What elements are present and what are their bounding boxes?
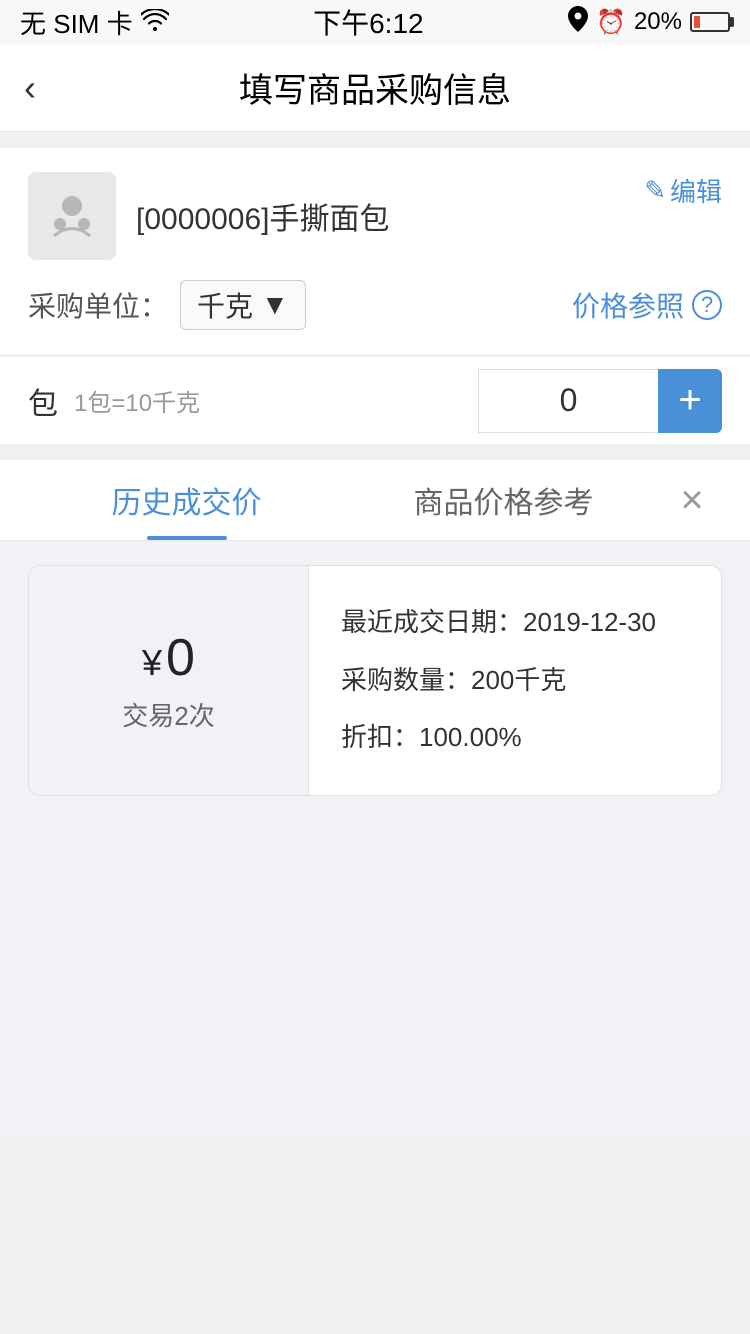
product-thumbnail <box>28 172 116 260</box>
tab-history-price[interactable]: 历史成交价 <box>28 460 345 540</box>
date-label: 最近成交日期： <box>341 607 523 637</box>
battery-percentage: 20% <box>634 8 682 36</box>
edit-button[interactable]: ✎ 编辑 <box>644 172 722 209</box>
alarm-icon: ⏰ <box>596 8 626 37</box>
currency-symbol: ¥ <box>142 642 162 684</box>
tab-bar: 历史成交价 商品价格参考 × <box>0 460 750 541</box>
discount-value: 100.00% <box>419 722 522 752</box>
quantity-unit-icon: 包 <box>28 379 58 423</box>
status-right: ⏰ 20% <box>568 6 730 39</box>
product-card: [0000006]手撕面包 ✎ 编辑 采购单位： 千克 ▼ 价格参照 ? <box>0 148 750 354</box>
quantity-sub-label: 1包=10千克 <box>74 383 200 418</box>
unit-section: 采购单位： 千克 ▼ <box>28 280 306 330</box>
unit-label: 采购单位： <box>28 285 168 325</box>
edit-label: 编辑 <box>670 172 722 209</box>
unit-dropdown[interactable]: 千克 ▼ <box>180 280 306 330</box>
quantity-plus-button[interactable]: + <box>658 369 722 433</box>
transaction-qty-row: 采购数量：200千克 <box>341 660 689 702</box>
discount-label: 折扣： <box>341 722 419 752</box>
quantity-value: 0 <box>560 382 578 419</box>
date-value: 2019-12-30 <box>523 607 656 637</box>
transaction-card: ¥ 0 交易2次 最近成交日期：2019-12-30 采购数量：200千克 折扣… <box>28 565 722 796</box>
transaction-summary: ¥ 0 交易2次 <box>29 566 309 795</box>
tab-product-price-ref[interactable]: 商品价格参考 <box>345 460 662 540</box>
quantity-input[interactable]: 0 <box>478 369 658 433</box>
price-ref-label: 价格参照 <box>572 285 684 325</box>
dropdown-arrow-icon: ▼ <box>261 289 289 321</box>
product-image-icon <box>42 186 102 246</box>
tab-price-ref-label: 商品价格参考 <box>414 478 594 522</box>
close-icon: × <box>680 478 703 523</box>
price-ref-button[interactable]: 价格参照 ? <box>572 285 722 325</box>
status-bar: 无 SIM 卡 下午6:12 ⏰ 20% <box>0 0 750 44</box>
quantity-controls: 0 + <box>478 369 722 433</box>
content-area: ¥ 0 交易2次 最近成交日期：2019-12-30 采购数量：200千克 折扣… <box>0 541 750 1141</box>
status-time: 下午6:12 <box>313 2 424 42</box>
transaction-count: 交易2次 <box>122 696 214 733</box>
transaction-date-row: 最近成交日期：2019-12-30 <box>341 602 689 644</box>
product-left: [0000006]手撕面包 <box>28 172 389 260</box>
tab-close-button[interactable]: × <box>662 470 722 530</box>
location-icon <box>568 6 588 39</box>
status-left: 无 SIM 卡 <box>20 4 169 41</box>
product-name: [0000006]手撕面包 <box>136 194 389 238</box>
qty-label: 采购数量： <box>341 665 471 695</box>
help-icon: ? <box>692 290 722 320</box>
transaction-price: ¥ 0 <box>142 628 195 688</box>
tab-active-indicator <box>147 536 227 540</box>
tab-history-label: 历史成交价 <box>112 478 262 522</box>
page-title: 填写商品采购信息 <box>239 63 511 112</box>
quantity-row: 包 1包=10千克 0 + <box>0 356 750 444</box>
no-sim-label: 无 SIM 卡 <box>20 4 133 41</box>
back-button[interactable]: ‹ <box>24 67 36 109</box>
transaction-details: 最近成交日期：2019-12-30 采购数量：200千克 折扣：100.00% <box>309 566 721 795</box>
price-value: 0 <box>166 628 195 688</box>
product-header: [0000006]手撕面包 ✎ 编辑 <box>28 172 722 260</box>
unit-value: 千克 <box>197 285 253 325</box>
battery-icon <box>690 12 730 32</box>
nav-bar: ‹ 填写商品采购信息 <box>0 44 750 132</box>
transaction-discount-row: 折扣：100.00% <box>341 717 689 759</box>
qty-value: 200千克 <box>471 665 566 695</box>
wifi-icon <box>141 7 169 38</box>
product-footer: 采购单位： 千克 ▼ 价格参照 ? <box>28 280 722 330</box>
quantity-label: 包 1包=10千克 <box>28 379 200 423</box>
edit-icon: ✎ <box>644 175 666 206</box>
